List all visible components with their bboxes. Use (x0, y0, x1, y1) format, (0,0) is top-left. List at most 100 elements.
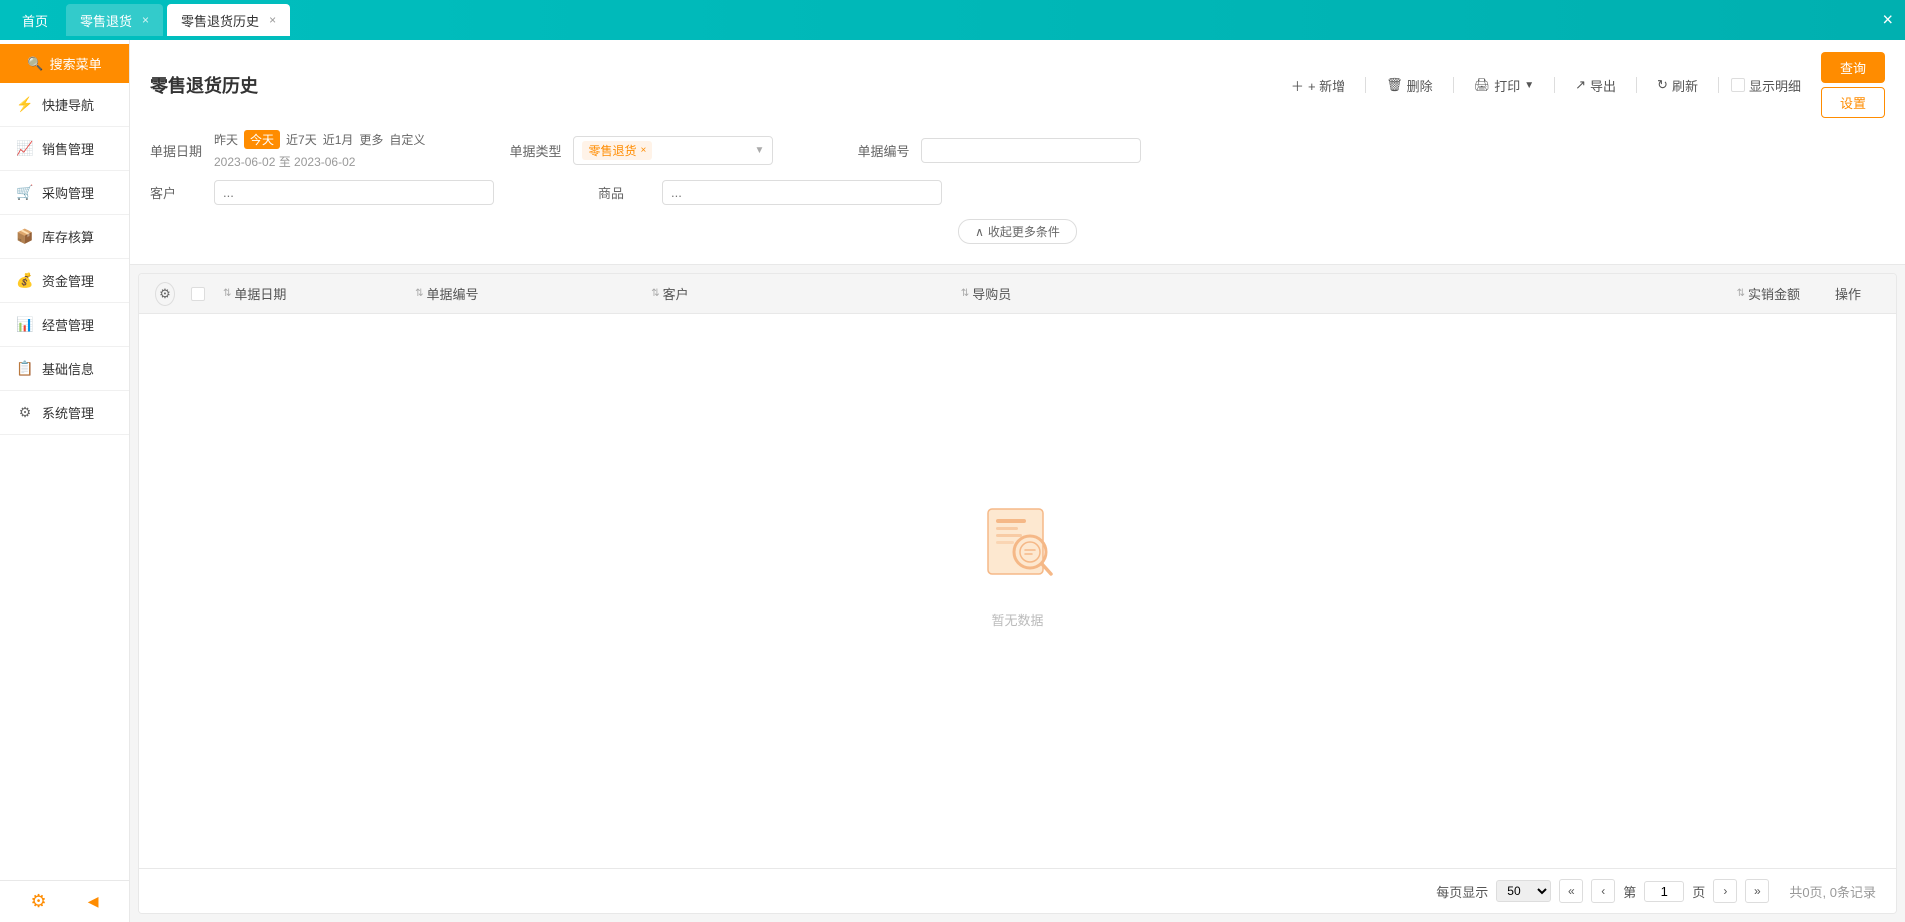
date-shortcuts: 昨天 今天 近7天 近1月 更多 自定义 (214, 130, 425, 149)
th-check (183, 287, 215, 301)
goods-filter-label: 商品 (598, 183, 654, 202)
select-all-checkbox[interactable] (191, 287, 205, 301)
goods-filter-input[interactable] (662, 180, 942, 205)
tab-retail-return[interactable]: 零售退货 × (66, 4, 163, 36)
filter-date-item: 单据日期 昨天 今天 近7天 近1月 更多 自定义 2023-06-02 至 2… (150, 130, 425, 170)
collapse-up-icon: ∧ (975, 225, 984, 239)
export-button[interactable]: ↗ 导出 (1567, 72, 1624, 99)
date-filter-label: 单据日期 (150, 141, 206, 160)
operations-icon: 📊 (16, 316, 34, 334)
sidebar-item-basic-info[interactable]: 📋 基础信息 (0, 347, 129, 391)
filter-customer-item: 客户 (150, 180, 494, 205)
sidebar-item-label-purchase: 采购管理 (42, 183, 94, 202)
setting-button[interactable]: 设置 (1821, 87, 1885, 118)
print-chevron-icon: ▼ (1524, 80, 1534, 91)
column-settings-button[interactable]: ⚙ (155, 282, 175, 306)
main-layout: 🔍 零售退货历史 搜索菜单 ⚡ 快捷导航 📈 销售管理 🛒 采购管理 📦 库存核… (0, 40, 1905, 922)
window-close-button[interactable]: × (1882, 10, 1893, 31)
sidebar-item-label-finance: 资金管理 (42, 271, 94, 290)
th-customer-label: 客户 (663, 284, 689, 303)
th-date: ⇅ 单据日期 (215, 284, 407, 303)
tab-retail-return-history-close[interactable]: × (269, 13, 276, 27)
page-number-input[interactable] (1644, 881, 1684, 902)
type-select-chevron: ▼ (755, 145, 765, 156)
top-bar: 首页 零售退货 × 零售退货历史 × × (0, 0, 1905, 40)
delete-button[interactable]: 🗑 删除 (1378, 72, 1441, 99)
settings-bottom-icon[interactable]: ⚙ (31, 891, 47, 912)
tab-retail-return-close[interactable]: × (142, 13, 149, 27)
next-page-button[interactable]: › (1713, 879, 1737, 903)
page-label: 第 (1623, 882, 1636, 901)
th-guide: ⇅ 导购员 (953, 284, 1189, 303)
date-filter-content: 昨天 今天 近7天 近1月 更多 自定义 2023-06-02 至 2023-0… (214, 130, 425, 170)
tab-retail-return-history-label: 零售退货历史 (181, 11, 259, 30)
empty-state: 暂无数据 (139, 314, 1896, 868)
shortcut-custom[interactable]: 自定义 (389, 131, 425, 148)
type-tag-label: 零售退货 (588, 142, 636, 159)
page-title: 零售退货历史 (150, 72, 258, 98)
new-button[interactable]: ＋ + 新增 (1283, 72, 1353, 99)
display-detail-checkbox[interactable] (1731, 78, 1745, 92)
display-detail-label: 显示明细 (1749, 76, 1801, 95)
shortcut-1month[interactable]: 近1月 (323, 131, 354, 148)
sidebar-item-label-basic-info: 基础信息 (42, 359, 94, 378)
collapse-label: 收起更多条件 (988, 223, 1060, 240)
page-header-top: 零售退货历史 ＋ + 新增 🗑 删除 🖨 打印 ▼ (150, 52, 1885, 118)
customer-filter-input[interactable] (214, 180, 494, 205)
per-page-select[interactable]: 10 20 50 100 (1496, 880, 1551, 902)
type-tag-close[interactable]: × (640, 145, 646, 156)
customer-filter-label: 客户 (150, 183, 206, 202)
collapse-bar: ∧ 收起更多条件 (150, 215, 1885, 252)
collapse-button[interactable]: ∧ 收起更多条件 (958, 219, 1077, 244)
new-icon: ＋ (1291, 76, 1304, 95)
sidebar-item-inventory[interactable]: 📦 库存核算 (0, 215, 129, 259)
filter-row-2: 客户 商品 (150, 180, 1885, 205)
system-icon: ⚙ (16, 404, 34, 422)
query-button[interactable]: 查询 (1821, 52, 1885, 83)
table-header: ⚙ ⇅ 单据日期 ⇅ 单据编号 ⇅ 客户 ⇅ (139, 274, 1896, 314)
sidebar-item-sales[interactable]: 📈 销售管理 (0, 127, 129, 171)
toolbar-divider-4 (1636, 77, 1637, 93)
tab-retail-return-history[interactable]: 零售退货历史 × (167, 4, 290, 36)
th-action-label: 操作 (1835, 284, 1861, 303)
export-label: 导出 (1590, 76, 1616, 95)
last-page-button[interactable]: » (1745, 879, 1769, 903)
display-detail-checkbox-area: 显示明细 (1731, 76, 1801, 95)
collapse-sidebar-icon[interactable]: ◀ (88, 893, 99, 910)
sidebar-item-label-quick-nav: 快捷导航 (42, 95, 94, 114)
shortcut-yesterday[interactable]: 昨天 (214, 131, 238, 148)
sidebar-item-label-system: 系统管理 (42, 403, 94, 422)
sidebar-item-purchase[interactable]: 🛒 采购管理 (0, 171, 129, 215)
shortcut-more[interactable]: 更多 (359, 131, 383, 148)
prev-page-button[interactable]: ‹ (1591, 879, 1615, 903)
search-menu-button[interactable]: 🔍 零售退货历史 搜索菜单 (0, 44, 129, 83)
refresh-icon: ↻ (1657, 77, 1668, 93)
date-range-display: 2023-06-02 至 2023-06-02 (214, 153, 425, 170)
th-settings: ⚙ (147, 282, 183, 306)
th-date-sort-icon: ⇅ (223, 288, 231, 299)
th-date-label: 单据日期 (234, 284, 286, 303)
finance-icon: 💰 (16, 272, 34, 290)
sidebar-item-quick-nav[interactable]: ⚡ 快捷导航 (0, 83, 129, 127)
toolbar-divider-3 (1554, 77, 1555, 93)
empty-text: 暂无数据 (991, 610, 1043, 629)
tab-home[interactable]: 首页 (8, 4, 62, 36)
shortcut-today[interactable]: 今天 (244, 130, 280, 149)
sidebar-item-system[interactable]: ⚙ 系统管理 (0, 391, 129, 435)
sidebar-item-operations[interactable]: 📊 经营管理 (0, 303, 129, 347)
first-page-button[interactable]: « (1559, 879, 1583, 903)
th-customer-sort-icon: ⇅ (651, 288, 659, 299)
type-filter-select[interactable]: 零售退货 × ▼ (573, 136, 773, 165)
inventory-icon: 📦 (16, 228, 34, 246)
print-label: 打印 (1494, 76, 1520, 95)
sales-icon: 📈 (16, 140, 34, 158)
no-filter-input[interactable] (921, 138, 1141, 163)
print-button[interactable]: 🖨 打印 ▼ (1466, 72, 1542, 99)
quick-nav-icon: ⚡ (16, 96, 34, 114)
shortcut-7days[interactable]: 近7天 (286, 131, 317, 148)
refresh-button[interactable]: ↻ 刷新 (1649, 72, 1706, 99)
sidebar-bottom: ⚙ ◀ (0, 880, 129, 922)
pagination-bar: 每页显示 10 20 50 100 « ‹ 第 页 › » 共0页, 0条记录 (139, 868, 1896, 913)
sidebar-item-finance[interactable]: 💰 资金管理 (0, 259, 129, 303)
toolbar: ＋ + 新增 🗑 删除 🖨 打印 ▼ (1283, 52, 1885, 118)
